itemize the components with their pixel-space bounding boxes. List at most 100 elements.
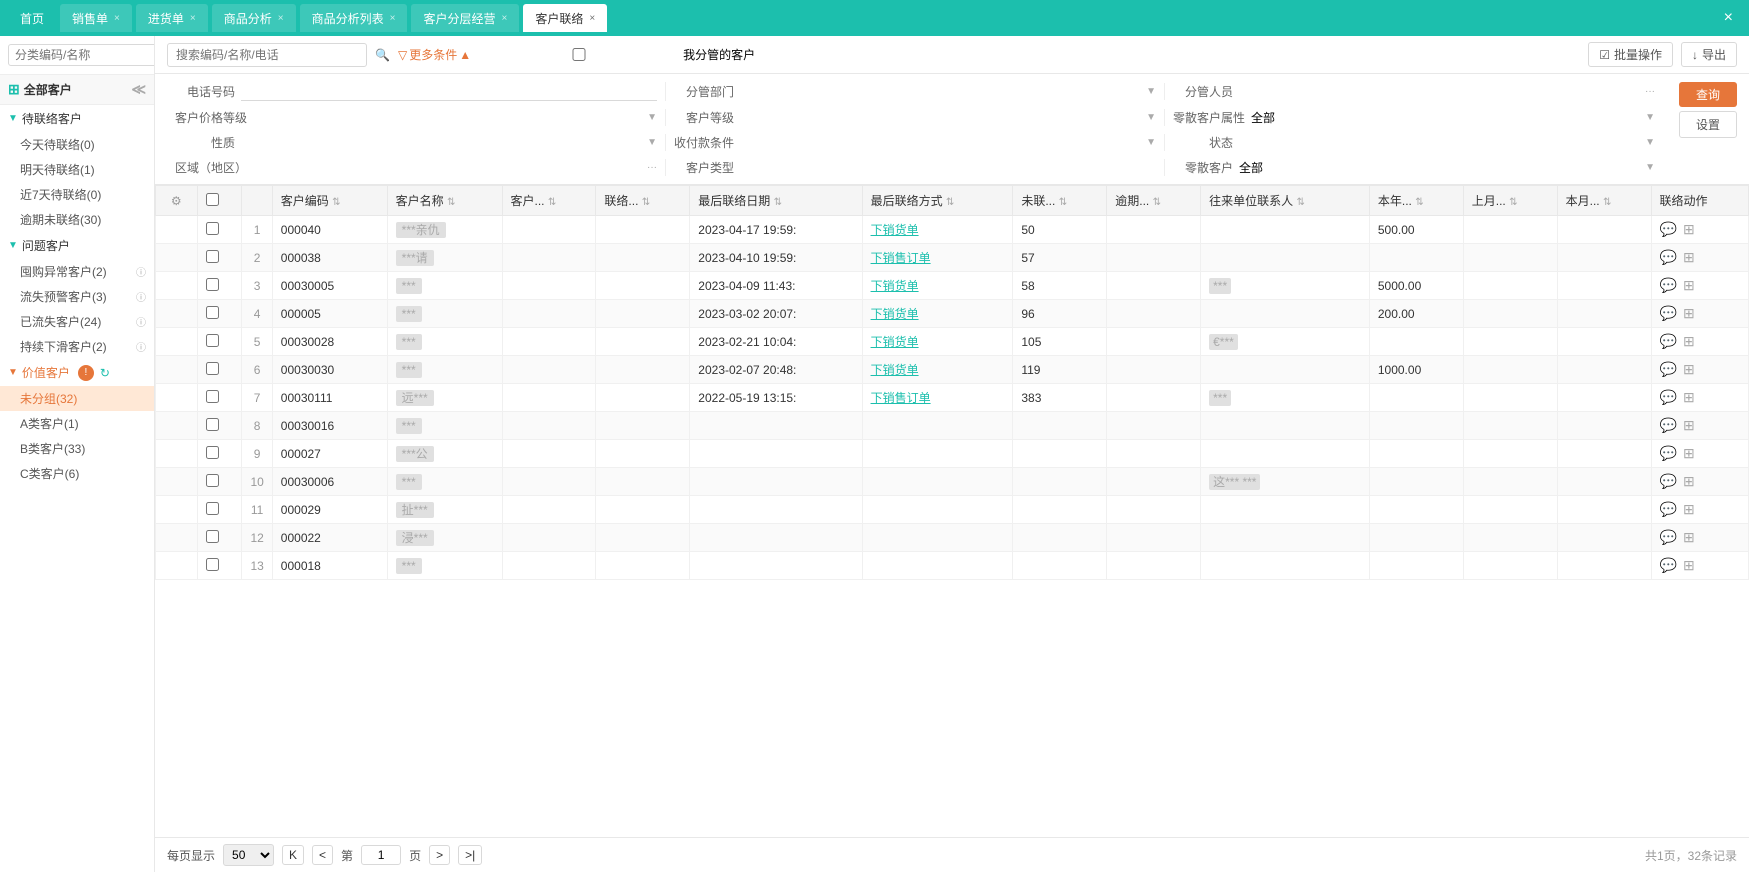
sidebar-item-7days-waiting[interactable]: 近7天待联络(0): [0, 182, 154, 207]
row-checkbox[interactable]: [206, 530, 219, 543]
contact-method-link[interactable]: 下销货单: [871, 363, 919, 377]
person-more-btn[interactable]: ···: [1645, 86, 1655, 97]
phone-input[interactable]: [241, 82, 657, 101]
query-button[interactable]: 查询: [1679, 82, 1737, 107]
grid-action-icon[interactable]: ⊞: [1683, 305, 1695, 322]
message-action-icon[interactable]: 💬: [1660, 501, 1677, 518]
message-action-icon[interactable]: 💬: [1660, 361, 1677, 378]
nav-tab-customer-contact[interactable]: 客户联络 ×: [523, 4, 607, 32]
grid-action-icon[interactable]: ⊞: [1683, 277, 1695, 294]
message-action-icon[interactable]: 💬: [1660, 473, 1677, 490]
person-select[interactable]: ···: [1239, 86, 1655, 97]
col-code[interactable]: 客户编码 ⇅: [272, 186, 387, 216]
row-checkbox-cell[interactable]: [197, 552, 242, 580]
row-checkbox[interactable]: [206, 250, 219, 263]
row-checkbox-cell[interactable]: [197, 468, 242, 496]
row-last-method[interactable]: 下销货单: [862, 356, 1013, 384]
row-checkbox-cell[interactable]: [197, 496, 242, 524]
contact-method-link[interactable]: 下销货单: [871, 279, 919, 293]
region-more-btn[interactable]: ···: [647, 162, 657, 173]
message-action-icon[interactable]: 💬: [1660, 529, 1677, 546]
value-group-header[interactable]: ▼ 价值客户 ! ↻: [0, 359, 154, 386]
row-checkbox-cell[interactable]: [197, 356, 242, 384]
row-checkbox-cell[interactable]: [197, 300, 242, 328]
row-checkbox-cell[interactable]: [197, 524, 242, 552]
my-customer-checkbox[interactable]: 我分管的客户: [479, 46, 755, 63]
sidebar-item-unclassified[interactable]: 未分组(32): [0, 386, 154, 411]
select-all-checkbox[interactable]: [206, 193, 219, 206]
sidebar-item-class-c[interactable]: C类客户(6): [0, 461, 154, 486]
col-checkbox-all[interactable]: [197, 186, 242, 216]
sidebar-item-churn-warning[interactable]: 流失预警客户(3) ⓘ: [0, 284, 154, 309]
retail-attr-select[interactable]: 全部 ▼: [1251, 109, 1655, 126]
col-this-year[interactable]: 本年... ⇅: [1369, 186, 1463, 216]
row-checkbox-cell[interactable]: [197, 328, 242, 356]
sidebar-item-today-waiting[interactable]: 今天待联络(0): [0, 132, 154, 157]
sidebar-item-tomorrow-waiting[interactable]: 明天待联络(1): [0, 157, 154, 182]
message-action-icon[interactable]: 💬: [1660, 389, 1677, 406]
row-checkbox-cell[interactable]: [197, 216, 242, 244]
search-input[interactable]: [167, 43, 367, 67]
row-checkbox[interactable]: [206, 362, 219, 375]
page-input[interactable]: [361, 845, 401, 865]
sidebar-item-stockpile-abnormal[interactable]: 囤购异常客户(2) ⓘ: [0, 259, 154, 284]
first-page-btn[interactable]: K: [282, 845, 304, 865]
col-name[interactable]: 客户名称 ⇅: [387, 186, 502, 216]
status-select[interactable]: ▼: [1239, 137, 1655, 148]
grid-action-icon[interactable]: ⊞: [1683, 221, 1695, 238]
grid-action-icon[interactable]: ⊞: [1683, 501, 1695, 518]
col-last-date[interactable]: 最后联络日期 ⇅: [690, 186, 862, 216]
row-last-method[interactable]: 下销货单: [862, 300, 1013, 328]
analysis-list-tab-close[interactable]: ×: [390, 13, 396, 24]
customer-layer-tab-close[interactable]: ×: [501, 13, 507, 24]
retail-customer-select[interactable]: 全部 ▼: [1239, 159, 1655, 176]
contact-method-link[interactable]: 下销货单: [871, 307, 919, 321]
grid-action-icon[interactable]: ⊞: [1683, 445, 1695, 462]
nav-tab-purchase[interactable]: 进货单 ×: [136, 4, 208, 32]
purchase-tab-close[interactable]: ×: [190, 13, 196, 24]
reset-button[interactable]: 设置: [1679, 111, 1737, 138]
search-icon[interactable]: 🔍: [375, 48, 390, 62]
row-checkbox[interactable]: [206, 418, 219, 431]
customer-level-select[interactable]: ▼: [740, 112, 1156, 123]
sidebar-item-class-b[interactable]: B类客户(33): [0, 436, 154, 461]
customer-contact-tab-close[interactable]: ×: [589, 13, 595, 24]
price-level-select[interactable]: ▼: [253, 112, 657, 123]
message-action-icon[interactable]: 💬: [1660, 417, 1677, 434]
sales-tab-close[interactable]: ×: [114, 13, 120, 24]
row-last-method[interactable]: 下销货单: [862, 272, 1013, 300]
payment-select[interactable]: ▼: [740, 137, 1156, 148]
row-checkbox[interactable]: [206, 474, 219, 487]
row-checkbox[interactable]: [206, 502, 219, 515]
row-checkbox-cell[interactable]: [197, 272, 242, 300]
all-customers-header[interactable]: ⊞ 全部客户 ≪: [0, 75, 154, 105]
row-last-method[interactable]: 下销售订单: [862, 384, 1013, 412]
category-search-input[interactable]: [8, 44, 155, 66]
col-company-contact[interactable]: 往来单位联系人 ⇅: [1201, 186, 1370, 216]
col-settings[interactable]: ⚙: [156, 186, 198, 216]
contact-method-link[interactable]: 下销货单: [871, 335, 919, 349]
message-action-icon[interactable]: 💬: [1660, 333, 1677, 350]
nav-tab-home[interactable]: 首页: [8, 4, 56, 32]
my-customer-check[interactable]: [479, 48, 679, 61]
message-action-icon[interactable]: 💬: [1660, 557, 1677, 574]
row-checkbox[interactable]: [206, 558, 219, 571]
export-btn[interactable]: ↓ 导出: [1681, 42, 1737, 67]
row-checkbox[interactable]: [206, 334, 219, 347]
contact-method-link[interactable]: 下销售订单: [871, 391, 931, 405]
message-action-icon[interactable]: 💬: [1660, 305, 1677, 322]
analysis-tab-close[interactable]: ×: [278, 13, 284, 24]
problem-group-header[interactable]: ▼ 问题客户: [0, 232, 154, 259]
col-this-month[interactable]: 本月... ⇅: [1557, 186, 1651, 216]
batch-op-btn[interactable]: ☑ 批量操作: [1588, 42, 1673, 67]
grid-action-icon[interactable]: ⊞: [1683, 333, 1695, 350]
row-checkbox[interactable]: [206, 390, 219, 403]
message-action-icon[interactable]: 💬: [1660, 277, 1677, 294]
row-last-method[interactable]: 下销货单: [862, 216, 1013, 244]
grid-action-icon[interactable]: ⊞: [1683, 389, 1695, 406]
more-filter-btn[interactable]: ▽ 更多条件 ▲: [398, 46, 471, 63]
nature-select[interactable]: ▼: [241, 137, 657, 148]
col-contact[interactable]: 联络... ⇅: [596, 186, 690, 216]
window-close-button[interactable]: ×: [1716, 9, 1741, 27]
sidebar-collapse-btn[interactable]: ≪: [131, 81, 146, 98]
